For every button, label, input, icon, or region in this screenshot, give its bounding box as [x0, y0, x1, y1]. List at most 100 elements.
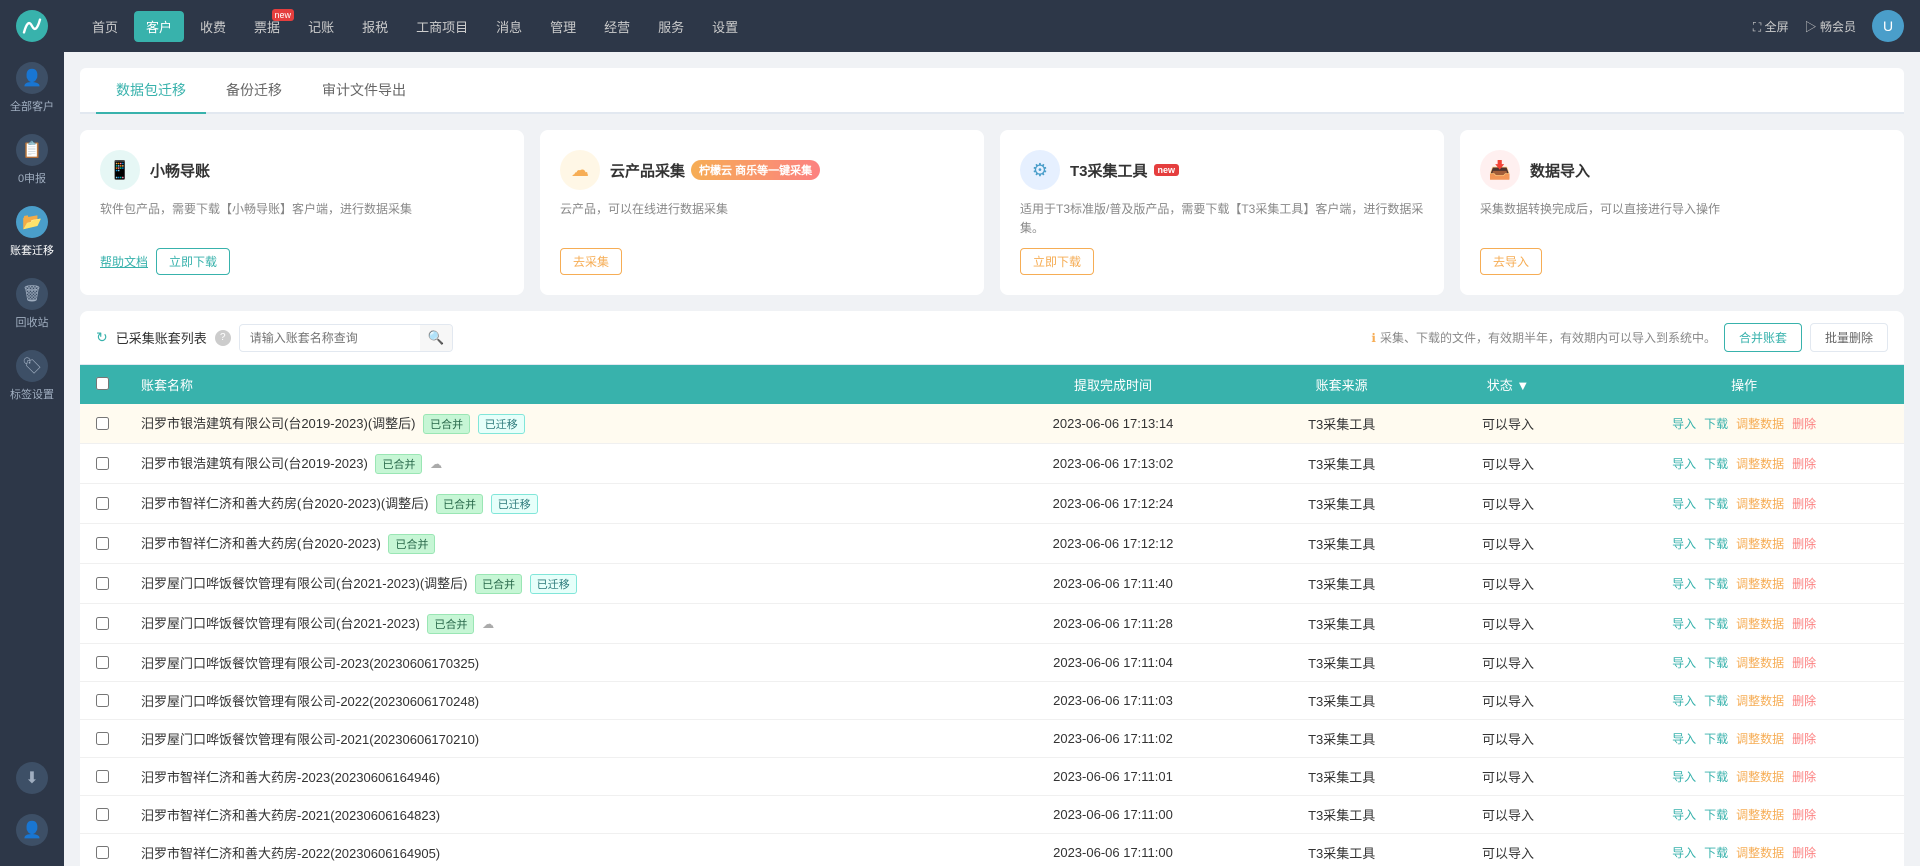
row-checkbox[interactable] — [96, 732, 109, 745]
fullscreen-btn[interactable]: ⛶ 全屏 — [1753, 18, 1789, 35]
t3-download-btn[interactable]: 立即下载 — [1020, 248, 1094, 275]
delete-btn[interactable]: 删除 — [1792, 575, 1816, 592]
row-checkbox[interactable] — [96, 656, 109, 669]
adjust-btn[interactable]: 调整数据 — [1736, 692, 1784, 709]
adjust-btn[interactable]: 调整数据 — [1736, 575, 1784, 592]
adjust-btn[interactable]: 调整数据 — [1736, 654, 1784, 671]
download-btn[interactable]: 下载 — [1704, 535, 1728, 552]
row-checkbox[interactable] — [96, 694, 109, 707]
help-icon[interactable]: ? — [215, 330, 231, 346]
adjust-btn[interactable]: 调整数据 — [1736, 806, 1784, 823]
import-btn[interactable]: 导入 — [1672, 535, 1696, 552]
delete-btn[interactable]: 删除 — [1792, 535, 1816, 552]
nav-accounting[interactable]: 记账 — [296, 11, 346, 42]
download-btn[interactable]: 下载 — [1704, 654, 1728, 671]
adjust-btn[interactable]: 调整数据 — [1736, 844, 1784, 861]
xiaochange-download-btn[interactable]: 立即下载 — [156, 248, 230, 275]
import-btn[interactable]: 导入 — [1672, 806, 1696, 823]
import-btn[interactable]: 导入 — [1672, 575, 1696, 592]
nav-operation[interactable]: 经营 — [592, 11, 642, 42]
row-checkbox[interactable] — [96, 457, 109, 470]
adjust-btn[interactable]: 调整数据 — [1736, 768, 1784, 785]
download-btn[interactable]: 下载 — [1704, 768, 1728, 785]
delete-btn[interactable]: 删除 — [1792, 455, 1816, 472]
download-btn[interactable]: 下载 — [1704, 615, 1728, 632]
nav-service[interactable]: 服务 — [646, 11, 696, 42]
row-checkbox[interactable] — [96, 808, 109, 821]
import-btn[interactable]: 导入 — [1672, 495, 1696, 512]
nav-home[interactable]: 首页 — [80, 11, 130, 42]
row-checkbox[interactable] — [96, 617, 109, 630]
delete-btn[interactable]: 删除 — [1792, 844, 1816, 861]
row-checkbox[interactable] — [96, 417, 109, 430]
delete-btn[interactable]: 删除 — [1792, 806, 1816, 823]
nav-invoice[interactable]: 票据 new — [242, 11, 292, 42]
download-btn[interactable]: 下载 — [1704, 575, 1728, 592]
data-import-btn[interactable]: 去导入 — [1480, 248, 1542, 275]
import-btn[interactable]: 导入 — [1672, 692, 1696, 709]
sidebar-item-zero-report[interactable]: 📋 0申报 — [0, 124, 64, 196]
merge-account-btn[interactable]: 合并账套 — [1724, 323, 1802, 352]
xiaochange-help-link[interactable]: 帮助文档 — [100, 253, 148, 270]
row-checkbox[interactable] — [96, 537, 109, 550]
sidebar-item-all-clients[interactable]: 👤 全部客户 — [0, 52, 64, 124]
download-btn[interactable]: 下载 — [1704, 692, 1728, 709]
delete-btn[interactable]: 删除 — [1792, 495, 1816, 512]
tab-data-migrate[interactable]: 数据包迁移 — [96, 68, 206, 114]
tab-backup-migrate[interactable]: 备份迁移 — [206, 68, 302, 114]
search-btn[interactable]: 🔍 — [420, 325, 453, 351]
import-btn[interactable]: 导入 — [1672, 730, 1696, 747]
nav-clients[interactable]: 客户 — [134, 11, 184, 42]
sidebar-item-tag-settings[interactable]: 🏷 标签设置 — [0, 340, 64, 412]
adjust-btn[interactable]: 调整数据 — [1736, 615, 1784, 632]
nav-tax[interactable]: 报税 — [350, 11, 400, 42]
import-btn[interactable]: 导入 — [1672, 415, 1696, 432]
import-btn[interactable]: 导入 — [1672, 844, 1696, 861]
delete-btn[interactable]: 删除 — [1792, 730, 1816, 747]
batch-delete-btn[interactable]: 批量删除 — [1810, 323, 1888, 352]
tab-audit-export[interactable]: 审计文件导出 — [302, 68, 426, 114]
main-area: 首页 客户 收费 票据 new 记账 报税 工商项目 消息 管理 经营 服务 设… — [64, 0, 1920, 866]
search-input[interactable] — [240, 326, 420, 350]
adjust-btn[interactable]: 调整数据 — [1736, 455, 1784, 472]
nav-settings[interactable]: 设置 — [700, 11, 750, 42]
member-btn[interactable]: ▷ 畅会员 — [1805, 18, 1856, 35]
row-checkbox[interactable] — [96, 770, 109, 783]
sidebar-item-recycle[interactable]: 🗑 回收站 — [0, 268, 64, 340]
delete-btn[interactable]: 删除 — [1792, 692, 1816, 709]
download-btn[interactable]: 下载 — [1704, 495, 1728, 512]
row-checkbox[interactable] — [96, 497, 109, 510]
adjust-btn[interactable]: 调整数据 — [1736, 415, 1784, 432]
nav-message[interactable]: 消息 — [484, 11, 534, 42]
refresh-icon[interactable]: ↻ — [96, 329, 108, 346]
delete-btn[interactable]: 删除 — [1792, 615, 1816, 632]
import-btn[interactable]: 导入 — [1672, 768, 1696, 785]
download-btn[interactable]: 下载 — [1704, 455, 1728, 472]
sidebar-item-account-migrate[interactable]: 📂 账套迁移 — [0, 196, 64, 268]
import-btn[interactable]: 导入 — [1672, 455, 1696, 472]
avatar[interactable]: U — [1872, 10, 1904, 42]
delete-btn[interactable]: 删除 — [1792, 654, 1816, 671]
sidebar-download[interactable]: ⬇ — [0, 752, 64, 804]
col-source: 账套来源 — [1252, 365, 1432, 404]
download-btn[interactable]: 下载 — [1704, 806, 1728, 823]
row-checkbox[interactable] — [96, 846, 109, 859]
nav-biz[interactable]: 工商项目 — [404, 11, 480, 42]
import-btn[interactable]: 导入 — [1672, 654, 1696, 671]
download-btn[interactable]: 下载 — [1704, 844, 1728, 861]
row-checkbox[interactable] — [96, 577, 109, 590]
sidebar-user[interactable]: 👤 — [0, 804, 64, 856]
cloud-collect-btn[interactable]: 去采集 — [560, 248, 622, 275]
app-logo[interactable] — [0, 0, 64, 52]
adjust-btn[interactable]: 调整数据 — [1736, 535, 1784, 552]
nav-manage[interactable]: 管理 — [538, 11, 588, 42]
delete-btn[interactable]: 删除 — [1792, 768, 1816, 785]
download-btn[interactable]: 下载 — [1704, 730, 1728, 747]
delete-btn[interactable]: 删除 — [1792, 415, 1816, 432]
import-btn[interactable]: 导入 — [1672, 615, 1696, 632]
select-all-checkbox[interactable] — [96, 377, 109, 390]
adjust-btn[interactable]: 调整数据 — [1736, 730, 1784, 747]
adjust-btn[interactable]: 调整数据 — [1736, 495, 1784, 512]
download-btn[interactable]: 下载 — [1704, 415, 1728, 432]
nav-billing[interactable]: 收费 — [188, 11, 238, 42]
